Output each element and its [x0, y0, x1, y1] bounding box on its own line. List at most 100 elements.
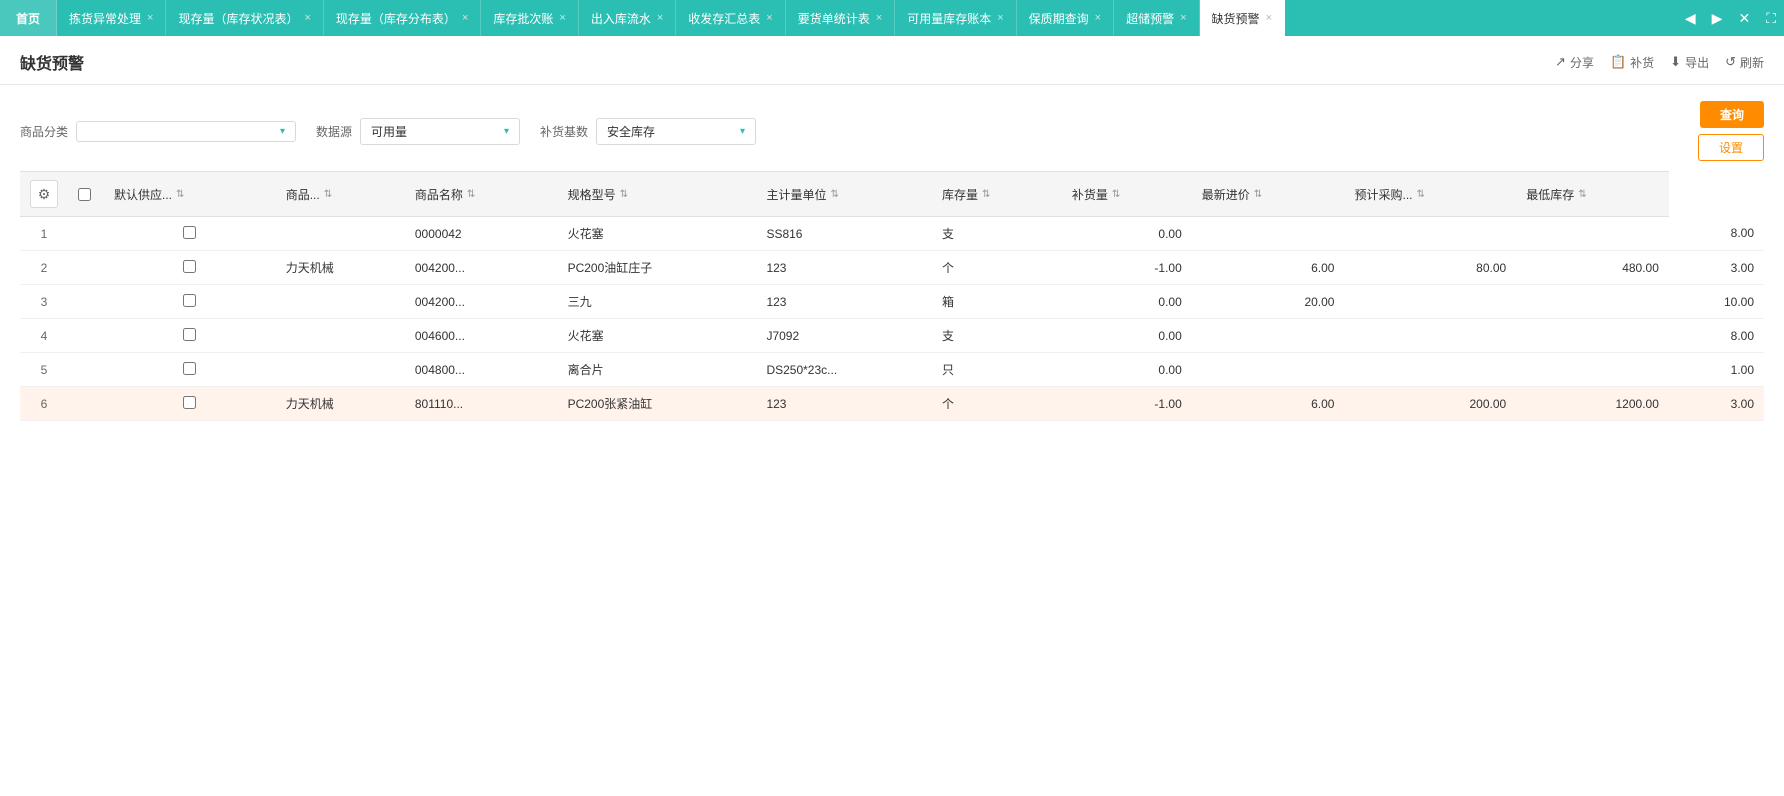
main-content: 缺货预警 ↗ 分享 📋 补货 ⬇ 导出 ↺ 刷新 商品分类 [0, 36, 1784, 796]
table-body: 1 0000042 火花塞 SS816 支 0.00 8.00 2 力天机械 0… [20, 217, 1764, 421]
table-row: 5 004800... 离合片 DS250*23c... 只 0.00 1.00 [20, 353, 1764, 387]
tab-expiry[interactable]: 保质期查询 × [1017, 0, 1114, 36]
table-container: ⚙ 默认供应... ⇅ [0, 171, 1784, 441]
row-checkbox[interactable] [183, 396, 196, 409]
col-latest-price[interactable]: 最新进价 ⇅ [1192, 172, 1345, 217]
row-spec: 123 [756, 251, 932, 285]
tab-prev-button[interactable]: ◀ [1677, 0, 1704, 36]
tab-collect-summary[interactable]: 收发存汇总表 × [676, 0, 785, 36]
settings-button[interactable]: 设置 [1698, 134, 1764, 161]
restock-button[interactable]: 📋 补货 [1610, 54, 1654, 71]
col-goods-name-sort-icon: ⇅ [467, 189, 475, 200]
tab-inout-flow[interactable]: 出入库流水 × [579, 0, 676, 36]
filter-area: 商品分类 ▾ 数据源 可用量 ▾ 补货基数 安全库存 ▾ 查询 设置 [0, 85, 1784, 171]
tab-expiry-close[interactable]: × [1095, 12, 1101, 24]
row-spec: 123 [756, 387, 932, 421]
row-est-purchase [1516, 285, 1669, 319]
tab-home[interactable]: 首页 [0, 0, 57, 36]
col-goods-code-sort-icon: ⇅ [324, 189, 332, 200]
tab-collect-summary-close[interactable]: × [766, 12, 772, 24]
tab-close-button[interactable]: ✕ [1730, 0, 1758, 36]
restock-base-select[interactable]: 安全库存 ▾ [596, 118, 756, 145]
tab-stock-status-close[interactable]: × [304, 12, 310, 24]
refresh-button[interactable]: ↺ 刷新 [1725, 54, 1764, 71]
tab-batch-account[interactable]: 库存批次账 × [481, 0, 578, 36]
share-button[interactable]: ↗ 分享 [1555, 54, 1594, 71]
row-checkbox[interactable] [183, 260, 196, 273]
category-select[interactable]: ▾ [76, 121, 296, 142]
query-button[interactable]: 查询 [1700, 101, 1764, 128]
col-stock[interactable]: 库存量 ⇅ [932, 172, 1062, 217]
export-button[interactable]: ⬇ 导出 [1670, 54, 1709, 71]
category-filter-group: 商品分类 ▾ [20, 121, 296, 142]
restock-label: 补货 [1630, 54, 1654, 71]
tab-next-button[interactable]: ▶ [1704, 0, 1731, 36]
tab-stock-dist-close[interactable]: × [462, 12, 468, 24]
col-supplier[interactable]: 默认供应... ⇅ [104, 172, 276, 217]
row-restock-qty: 6.00 [1192, 251, 1345, 285]
tab-abnormal[interactable]: 拣货异常处理 × [57, 0, 166, 36]
tab-abnormal-label: 拣货异常处理 [69, 10, 141, 27]
row-checkbox[interactable] [183, 362, 196, 375]
column-settings-icon[interactable]: ⚙ [30, 180, 58, 208]
col-checkbox[interactable] [68, 172, 104, 217]
export-icon: ⬇ [1670, 54, 1681, 70]
share-label: 分享 [1570, 54, 1594, 71]
col-restock-qty-sort-icon: ⇅ [1112, 189, 1120, 200]
tab-shortage-close[interactable]: × [1266, 12, 1272, 24]
row-min-stock: 10.00 [1669, 285, 1764, 319]
row-min-stock: 3.00 [1669, 251, 1764, 285]
tab-batch-account-close[interactable]: × [559, 12, 565, 24]
tab-overstock[interactable]: 超储预警 × [1114, 0, 1199, 36]
tab-avail-ledger[interactable]: 可用量库存账本 × [895, 0, 1016, 36]
col-spec-label: 规格型号 [568, 186, 616, 203]
row-checkbox-cell[interactable] [104, 217, 276, 251]
col-supplier-label: 默认供应... [114, 186, 172, 203]
filter-action-buttons: 查询 设置 [1698, 101, 1764, 161]
col-min-stock[interactable]: 最低库存 ⇅ [1516, 172, 1669, 217]
col-latest-price-sort-icon: ⇅ [1254, 189, 1262, 200]
row-latest-price [1344, 285, 1516, 319]
col-stock-sort-icon: ⇅ [982, 189, 990, 200]
tab-demand-stat-close[interactable]: × [876, 12, 882, 24]
tab-shortage[interactable]: 缺货预警 × [1200, 0, 1285, 36]
select-all-checkbox[interactable] [78, 188, 91, 201]
row-min-stock: 8.00 [1669, 319, 1764, 353]
row-restock-qty: 20.00 [1192, 285, 1345, 319]
row-checkbox-cell[interactable] [104, 251, 276, 285]
row-goods-code: 004200... [405, 251, 558, 285]
tab-abnormal-close[interactable]: × [147, 12, 153, 24]
table-row: 1 0000042 火花塞 SS816 支 0.00 8.00 [20, 217, 1764, 251]
tab-stock-dist[interactable]: 现存量（库存分布表） × [324, 0, 481, 36]
row-checkbox-cell[interactable] [104, 285, 276, 319]
tab-maximize-button[interactable]: ⛶ [1758, 0, 1784, 36]
row-stock: 0.00 [1062, 319, 1192, 353]
restock-base-filter-group: 补货基数 安全库存 ▾ [540, 118, 756, 145]
row-min-stock: 3.00 [1669, 387, 1764, 421]
row-checkbox[interactable] [183, 328, 196, 341]
row-checkbox-cell[interactable] [104, 353, 276, 387]
datasource-select[interactable]: 可用量 ▾ [360, 118, 520, 145]
col-unit[interactable]: 主计量单位 ⇅ [756, 172, 932, 217]
col-goods-name[interactable]: 商品名称 ⇅ [405, 172, 558, 217]
col-est-purchase[interactable]: 预计采购... ⇅ [1344, 172, 1516, 217]
restock-base-dropdown-icon: ▾ [740, 126, 745, 137]
col-restock-qty[interactable]: 补货量 ⇅ [1062, 172, 1192, 217]
row-supplier [276, 353, 405, 387]
tab-inout-flow-close[interactable]: × [657, 12, 663, 24]
col-goods-code[interactable]: 商品... ⇅ [276, 172, 405, 217]
tab-stock-status[interactable]: 现存量（库存状况表） × [166, 0, 323, 36]
tab-avail-ledger-close[interactable]: × [997, 12, 1003, 24]
col-spec[interactable]: 规格型号 ⇅ [558, 172, 757, 217]
row-checkbox-cell[interactable] [104, 319, 276, 353]
row-checkbox[interactable] [183, 294, 196, 307]
row-checkbox[interactable] [183, 226, 196, 239]
tab-overstock-close[interactable]: × [1180, 12, 1186, 24]
row-checkbox-cell[interactable] [104, 387, 276, 421]
tab-demand-stat[interactable]: 要货单统计表 × [786, 0, 895, 36]
col-gear[interactable]: ⚙ [20, 172, 68, 217]
row-spec: 123 [756, 285, 932, 319]
col-unit-sort-icon: ⇅ [830, 189, 838, 200]
row-est-purchase: 1200.00 [1516, 387, 1669, 421]
row-gear-cell [68, 217, 104, 251]
